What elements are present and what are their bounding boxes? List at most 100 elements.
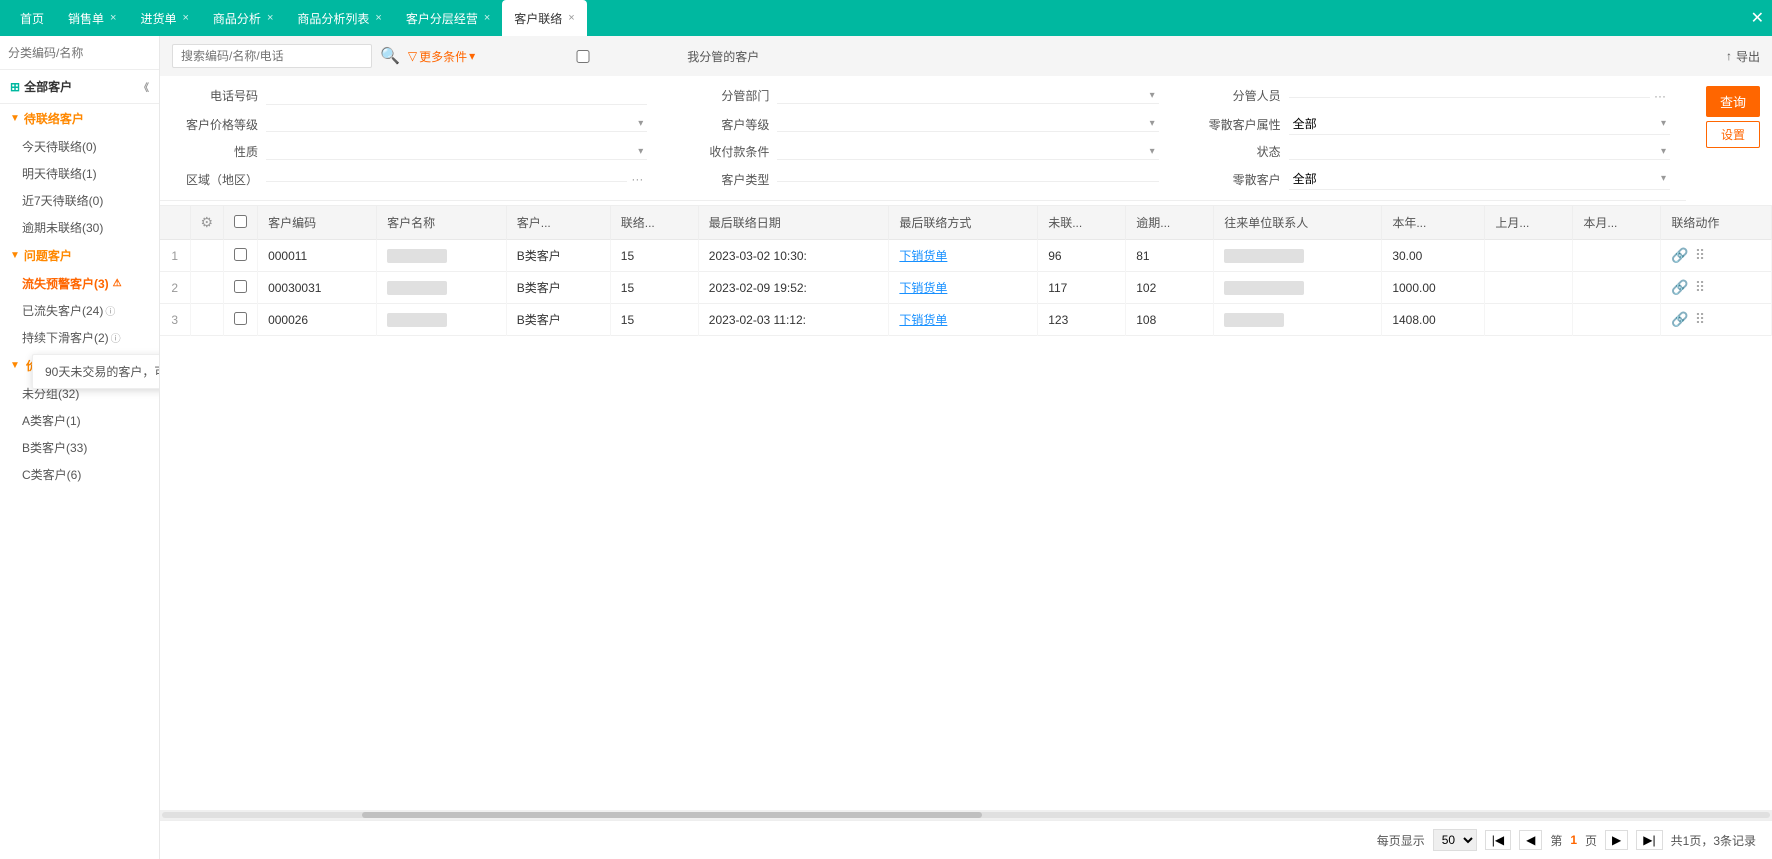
row-checkbox-cell xyxy=(190,272,224,304)
price-level-select[interactable]: ▾ xyxy=(266,116,647,132)
sidebar-item-churned[interactable]: 已流失客户(24) ⓘ xyxy=(0,297,159,324)
sidebar-item-class-c[interactable]: C类客户(6) xyxy=(0,461,159,488)
prev-page-button[interactable]: ◀ xyxy=(1519,830,1542,850)
blurred-person: ███ xyxy=(1224,281,1304,295)
sidebar-item-churn-warning[interactable]: 流失预警客户(3) ⚠ xyxy=(0,270,159,297)
row-num: 1 xyxy=(160,240,190,272)
year-amount: 1408.00 xyxy=(1382,304,1485,336)
contact-count: 15 xyxy=(610,272,698,304)
filter-row-1: 电话号码 分管部门 ▾ 分管人员 xyxy=(176,86,1670,105)
sidebar-all-customers[interactable]: ⊞ 全部客户 《 xyxy=(0,70,159,104)
next-page-button[interactable]: ▶ xyxy=(1605,830,1628,850)
filter-status: 状态 ▾ xyxy=(1199,143,1670,160)
payment-select[interactable]: ▾ xyxy=(777,144,1158,160)
region-select[interactable] xyxy=(266,177,627,182)
tab-customer-tier[interactable]: 客户分层经营 × xyxy=(394,0,502,36)
ellipsis-icon[interactable]: ··· xyxy=(1650,89,1670,103)
retail-attr-select[interactable]: 全部 ▾ xyxy=(1289,113,1670,135)
close-icon[interactable]: × xyxy=(484,12,490,24)
settings-button[interactable]: 设置 xyxy=(1706,121,1760,148)
close-icon[interactable]: × xyxy=(267,12,273,24)
search-input[interactable] xyxy=(172,44,372,68)
dept-select[interactable]: ▾ xyxy=(777,88,1158,104)
sidebar-item-today[interactable]: 今天待联络(0) xyxy=(0,133,159,160)
method-link[interactable]: 下销货单 xyxy=(899,281,947,295)
th-last-month: 上月... xyxy=(1485,206,1573,240)
more-icon[interactable]: ⠿ xyxy=(1695,311,1705,328)
export-button[interactable]: ↑ 导出 xyxy=(1726,48,1760,65)
retail-customer-select[interactable]: 全部 ▾ xyxy=(1289,168,1670,190)
query-button[interactable]: 查询 xyxy=(1706,86,1760,117)
close-icon[interactable]: × xyxy=(568,12,574,24)
select-all-checkbox[interactable] xyxy=(234,215,247,228)
tab-purchase[interactable]: 进货单 × xyxy=(128,0,200,36)
tab-product-list[interactable]: 商品分析列表 × xyxy=(285,0,393,36)
last-month-amount xyxy=(1485,304,1573,336)
nature-select[interactable]: ▾ xyxy=(266,144,647,160)
sidebar-item-7days[interactable]: 近7天待联络(0) xyxy=(0,187,159,214)
sidebar-item-class-b[interactable]: B类客户(33) xyxy=(0,434,159,461)
phone-input[interactable] xyxy=(266,86,647,105)
more-icon[interactable]: ⠿ xyxy=(1695,279,1705,296)
method-link[interactable]: 下销货单 xyxy=(899,249,947,263)
link-icon[interactable]: 🔗 xyxy=(1671,247,1688,264)
first-page-button[interactable]: |◀ xyxy=(1485,830,1511,850)
sidebar-item-class-a[interactable]: A类客户(1) xyxy=(0,407,159,434)
risk-tooltip: 90天未交易的客户，可能有流失风险。 xyxy=(32,354,160,389)
close-icon[interactable]: × xyxy=(182,12,188,24)
tab-sales[interactable]: 销售单 × xyxy=(56,0,128,36)
close-icon[interactable]: × xyxy=(110,12,116,24)
method-link[interactable]: 下销货单 xyxy=(899,313,947,327)
th-overdue: 逾期... xyxy=(1126,206,1214,240)
sidebar-item-declining[interactable]: 持续下滑客户(2) ⓘ xyxy=(0,324,159,351)
more-conditions-toggle[interactable]: ▽ 更多条件 ▾ xyxy=(408,48,475,65)
pagination-bar: 每页显示 50 |◀ ◀ 第 1 页 ▶ ▶| 共1页，3条记录 xyxy=(160,820,1772,859)
export-icon: ↑ xyxy=(1726,49,1732,63)
tab-product-analysis[interactable]: 商品分析 × xyxy=(201,0,285,36)
sidebar-group-problem[interactable]: ▼ 问题客户 xyxy=(0,241,159,270)
last-month-amount xyxy=(1485,272,1573,304)
scrollbar-thumb[interactable] xyxy=(362,812,982,818)
chevron-icon: ▾ xyxy=(1150,146,1155,157)
customer-level-select[interactable]: ▾ xyxy=(777,116,1158,132)
info-icon: ⓘ xyxy=(105,303,115,318)
filter-nature: 性质 ▾ xyxy=(176,143,647,160)
customer-type: B类客户 xyxy=(506,240,610,272)
row-checkbox[interactable] xyxy=(234,248,247,261)
customer-type: B类客户 xyxy=(506,272,610,304)
blurred-name: ████ xyxy=(387,281,447,295)
ellipsis-region-icon[interactable]: ··· xyxy=(627,172,647,186)
tab-home[interactable]: 首页 xyxy=(8,0,56,36)
sidebar-item-overdue[interactable]: 逾期未联络(30) xyxy=(0,214,159,241)
customer-type-select[interactable] xyxy=(777,177,1158,182)
gear-button[interactable]: ⚙ xyxy=(201,214,214,231)
row-checkbox[interactable] xyxy=(234,280,247,293)
search-button[interactable]: 🔍 xyxy=(380,46,400,66)
sidebar-group-pending[interactable]: ▼ 待联络客户 xyxy=(0,104,159,133)
category-search-input[interactable] xyxy=(8,46,160,60)
close-icon[interactable]: × xyxy=(375,12,381,24)
customer-code: 00030031 xyxy=(258,272,377,304)
link-icon[interactable]: 🔗 xyxy=(1671,279,1688,296)
more-icon[interactable]: ⠿ xyxy=(1695,247,1705,264)
per-page-select[interactable]: 50 xyxy=(1433,829,1477,851)
my-customers-check[interactable] xyxy=(483,50,683,63)
overdue-days: 81 xyxy=(1126,240,1214,272)
year-amount: 30.00 xyxy=(1382,240,1485,272)
th-this-month: 本月... xyxy=(1573,206,1661,240)
status-select[interactable]: ▾ xyxy=(1289,144,1670,160)
tab-customer-contact[interactable]: 客户联络 × xyxy=(502,0,586,36)
link-icon[interactable]: 🔗 xyxy=(1671,311,1688,328)
warning-icon: ⚠ xyxy=(113,278,122,289)
sidebar-search-area: 🔍 xyxy=(0,36,159,70)
horizontal-scrollbar[interactable] xyxy=(160,810,1772,820)
last-page-button[interactable]: ▶| xyxy=(1636,830,1662,850)
sidebar-item-tomorrow[interactable]: 明天待联络(1) xyxy=(0,160,159,187)
row-checkbox[interactable] xyxy=(234,312,247,325)
window-close-icon[interactable]: ✕ xyxy=(1751,8,1764,28)
customer-name: ████ xyxy=(377,240,507,272)
person-select[interactable] xyxy=(1289,93,1650,98)
main-layout: 🔍 ⊞ 全部客户 《 ▼ 待联络客户 今天待联络(0) 明天待联络(1) 近7天… xyxy=(0,36,1772,859)
filter-retail-customer: 零散客户 全部 ▾ xyxy=(1199,168,1670,190)
my-customers-checkbox[interactable]: 我分管的客户 xyxy=(483,48,759,65)
